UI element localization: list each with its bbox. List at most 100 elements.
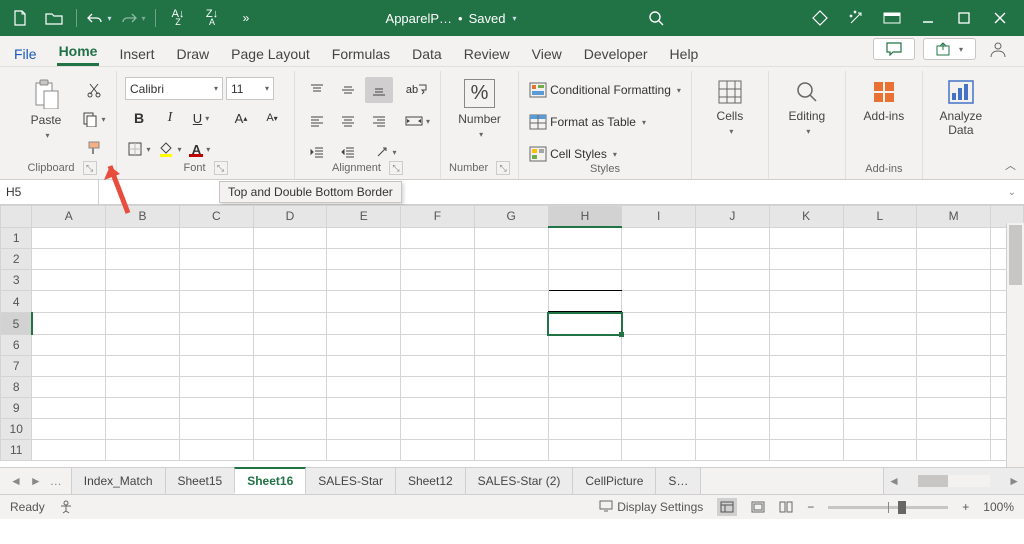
copy-icon[interactable]: ▾ — [80, 106, 108, 132]
cell-A3[interactable] — [32, 270, 106, 291]
cell-G5[interactable] — [474, 313, 548, 335]
cell-C6[interactable] — [179, 335, 253, 356]
cell-K7[interactable] — [769, 356, 843, 377]
cell-F10[interactable] — [401, 419, 475, 440]
sheet-prev-icon[interactable]: ◄ — [10, 474, 22, 488]
borders-icon[interactable]: ▾ — [125, 136, 153, 162]
sheet-tab[interactable]: CellPicture — [572, 468, 656, 494]
conditional-formatting-button[interactable]: Conditional Formatting▾ — [527, 77, 683, 103]
cell-F6[interactable] — [401, 335, 475, 356]
cell-B7[interactable] — [106, 356, 180, 377]
cell-L10[interactable] — [843, 419, 917, 440]
col-header-A[interactable]: A — [32, 206, 106, 228]
open-file-icon[interactable] — [40, 5, 68, 31]
cell-J3[interactable] — [696, 270, 770, 291]
cell-B4[interactable] — [106, 291, 180, 313]
cell-M11[interactable] — [917, 440, 991, 461]
worksheet-grid[interactable]: ABCDEFGHIJKLM1234567891011 — [0, 205, 1024, 467]
wand-icon[interactable] — [838, 5, 874, 31]
cell-I6[interactable] — [622, 335, 696, 356]
collapse-ribbon-icon[interactable]: ︿ — [1005, 157, 1016, 173]
cell-C11[interactable] — [179, 440, 253, 461]
cell-C2[interactable] — [179, 249, 253, 270]
sheet-tab[interactable]: SALES-Star (2) — [465, 468, 574, 494]
close-icon[interactable] — [982, 5, 1018, 31]
ribbon-mode-icon[interactable] — [874, 5, 910, 31]
col-header-I[interactable]: I — [622, 206, 696, 228]
shrink-font-icon[interactable]: A▾ — [258, 105, 286, 131]
cell-J2[interactable] — [696, 249, 770, 270]
row-header-3[interactable]: 3 — [1, 270, 32, 291]
sort-desc-icon[interactable]: Z↓A — [198, 5, 226, 31]
new-file-icon[interactable] — [6, 5, 34, 31]
maximize-icon[interactable] — [946, 5, 982, 31]
cell-M10[interactable] — [917, 419, 991, 440]
view-normal-icon[interactable] — [717, 498, 737, 516]
cell-C10[interactable] — [179, 419, 253, 440]
save-status[interactable]: Saved▾ — [469, 11, 517, 26]
cell-D1[interactable] — [253, 227, 327, 249]
cell-C9[interactable] — [179, 398, 253, 419]
zoom-in-icon[interactable]: + — [962, 500, 969, 514]
cell-H8[interactable] — [548, 377, 622, 398]
number-launcher-icon[interactable]: ⤡ — [496, 161, 510, 175]
tab-draw[interactable]: Draw — [174, 42, 211, 66]
cell-K8[interactable] — [769, 377, 843, 398]
cell-F8[interactable] — [401, 377, 475, 398]
cell-F3[interactable] — [401, 270, 475, 291]
cell-M6[interactable] — [917, 335, 991, 356]
cell-J6[interactable] — [696, 335, 770, 356]
font-name-combo[interactable]: Calibri▾ — [125, 77, 223, 100]
cell-D4[interactable] — [253, 291, 327, 313]
cell-E3[interactable] — [327, 270, 401, 291]
tab-page-layout[interactable]: Page Layout — [229, 42, 312, 66]
cell-A8[interactable] — [32, 377, 106, 398]
cell-K6[interactable] — [769, 335, 843, 356]
tab-view[interactable]: View — [530, 42, 564, 66]
cell-M8[interactable] — [917, 377, 991, 398]
cell-A2[interactable] — [32, 249, 106, 270]
view-layout-icon[interactable] — [751, 501, 765, 513]
sort-asc-icon[interactable]: A↓Z — [164, 5, 192, 31]
cell-K11[interactable] — [769, 440, 843, 461]
cell-E8[interactable] — [327, 377, 401, 398]
row-header-9[interactable]: 9 — [1, 398, 32, 419]
format-painter-icon[interactable] — [80, 135, 108, 161]
horizontal-scrollbar[interactable]: ◄► — [883, 468, 1024, 494]
align-middle-icon[interactable] — [334, 77, 362, 103]
sheet-next-icon[interactable]: ► — [30, 474, 42, 488]
sheet-tab[interactable]: S… — [655, 468, 701, 494]
row-header-8[interactable]: 8 — [1, 377, 32, 398]
cell-L6[interactable] — [843, 335, 917, 356]
cell-I1[interactable] — [622, 227, 696, 249]
cell-J10[interactable] — [696, 419, 770, 440]
cell-C4[interactable] — [179, 291, 253, 313]
cell-E5[interactable] — [327, 313, 401, 335]
font-size-combo[interactable]: 11▾ — [226, 77, 274, 100]
merge-center-icon[interactable]: ▾ — [403, 108, 432, 134]
cell-J1[interactable] — [696, 227, 770, 249]
format-as-table-button[interactable]: Format as Table▾ — [527, 109, 648, 135]
vertical-scrollbar[interactable] — [1006, 223, 1024, 467]
cell-B9[interactable] — [106, 398, 180, 419]
cell-B11[interactable] — [106, 440, 180, 461]
cell-H7[interactable] — [548, 356, 622, 377]
tab-home[interactable]: Home — [57, 39, 100, 66]
cell-H3[interactable] — [548, 270, 622, 291]
cell-G9[interactable] — [474, 398, 548, 419]
cell-C1[interactable] — [179, 227, 253, 249]
cell-E4[interactable] — [327, 291, 401, 313]
row-header-1[interactable]: 1 — [1, 227, 32, 249]
undo-icon[interactable]: ▾ — [85, 5, 113, 31]
col-header-F[interactable]: F — [401, 206, 475, 228]
align-right-icon[interactable] — [365, 108, 393, 134]
qat-more-icon[interactable]: » — [232, 5, 260, 31]
cell-I2[interactable] — [622, 249, 696, 270]
cell-A9[interactable] — [32, 398, 106, 419]
cell-I4[interactable] — [622, 291, 696, 313]
col-header-M[interactable]: M — [917, 206, 991, 228]
sheet-all-icon[interactable]: … — [50, 474, 62, 488]
cell-K1[interactable] — [769, 227, 843, 249]
cell-M4[interactable] — [917, 291, 991, 313]
search-icon[interactable] — [642, 5, 670, 31]
